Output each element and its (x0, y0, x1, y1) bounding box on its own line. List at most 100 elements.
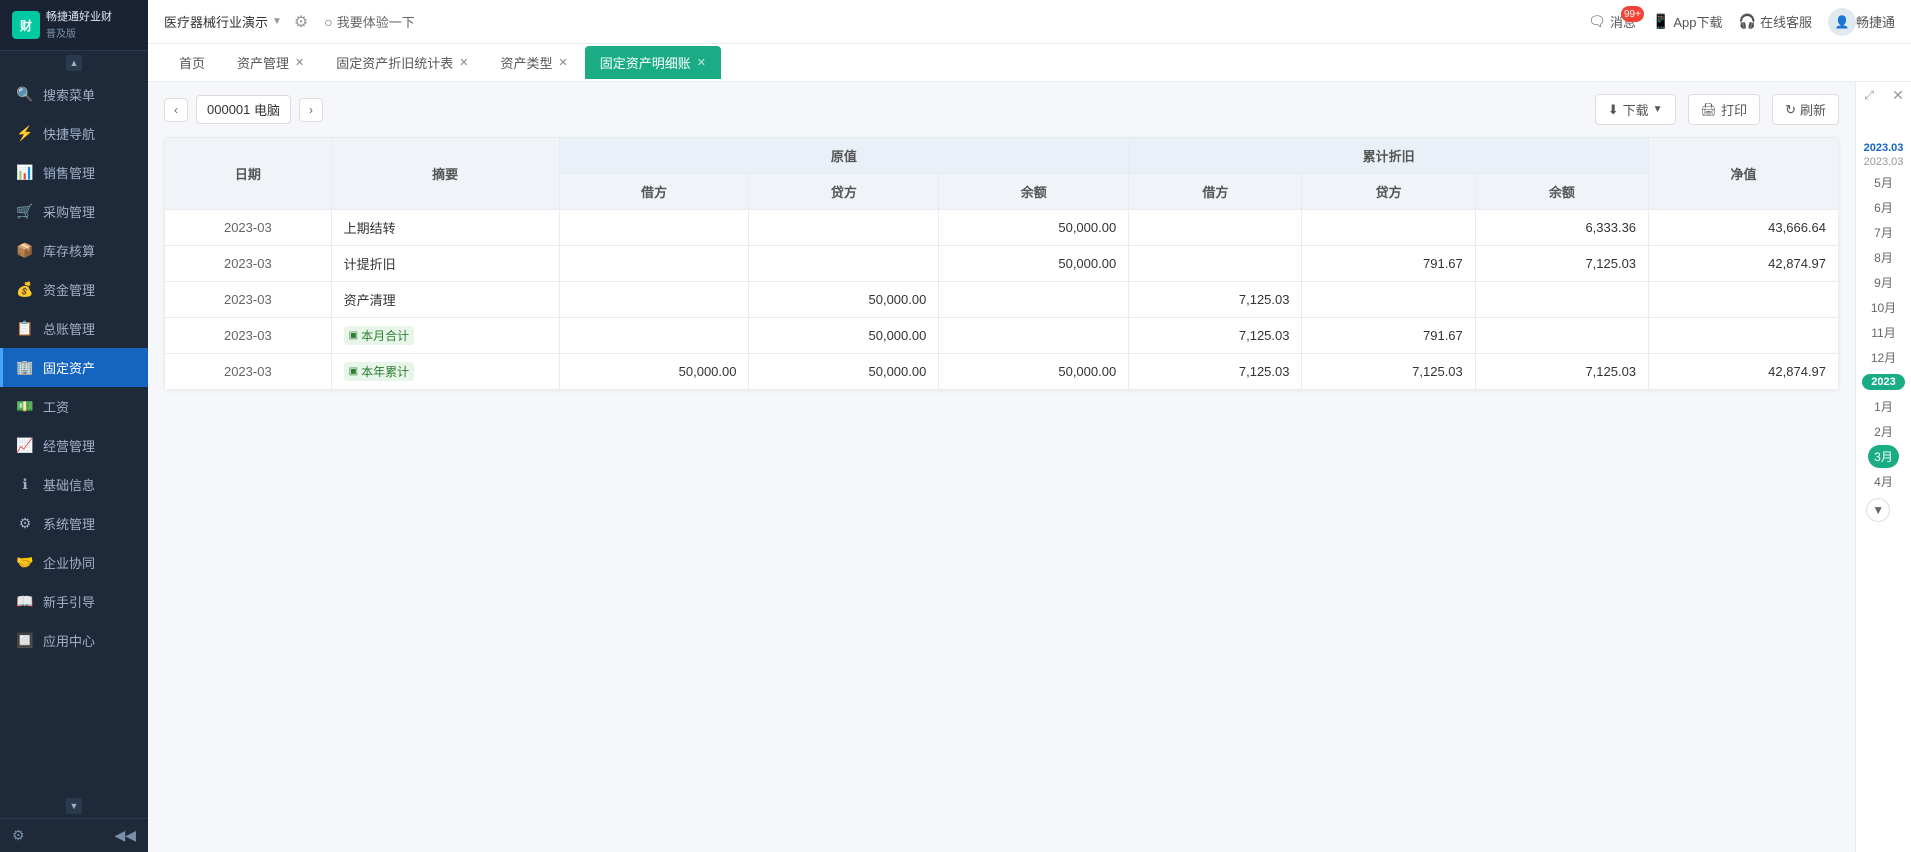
sidebar-item-label: 搜索菜单 (43, 85, 95, 104)
th-date: 日期 (165, 138, 332, 210)
sidebar-item-label: 新手引导 (43, 592, 95, 611)
refresh-btn[interactable]: ↻ 刷新 (1772, 94, 1839, 125)
sales-icon: 📊 (15, 164, 35, 181)
basic-info-icon: ℹ (15, 476, 35, 493)
timeline-panel: ⤢ ✕ 2023.03 2023.03 5月6月7月8月9月10月11月12月 … (1855, 82, 1911, 852)
download-btn[interactable]: 📱 App下载 (1652, 12, 1723, 31)
tab-depreciation-stats[interactable]: 固定资产折旧统计表 ✕ (321, 46, 483, 79)
company-dropdown-icon: ▼ (272, 16, 282, 27)
sidebar-item-inventory[interactable]: 📦 库存核算 (0, 231, 148, 270)
user-btn[interactable]: 👤 畅捷通 (1828, 8, 1895, 36)
download-toolbar-btn[interactable]: ⬇ 下载 ▼ (1595, 94, 1676, 125)
sidebar-item-label: 企业协同 (43, 553, 95, 572)
tab-asset-ledger-close[interactable]: ✕ (697, 56, 706, 69)
print-btn[interactable]: 🖨 打印 (1688, 94, 1761, 125)
timeline-item[interactable]: 4月 (1862, 469, 1905, 494)
experience-btn[interactable]: ○ 我要体验一下 (324, 12, 414, 31)
timeline-top-date: 2023.03 (1862, 142, 1905, 154)
service-btn[interactable]: 🎧 在线客服 (1739, 12, 1812, 31)
timeline-item[interactable]: 12月 (1862, 345, 1905, 370)
th-net: 净值 (1649, 138, 1839, 210)
main-content: ‹ 000001 电脑 › ⬇ 下载 ▼ 🖨 打印 (148, 82, 1855, 852)
table-row: 2023-03本月合计50,000.007,125.03791.67 (165, 318, 1839, 354)
timeline-item[interactable]: 10月 (1862, 295, 1905, 320)
sidebar-item-label: 快捷导航 (43, 124, 95, 143)
th-original: 原值 (559, 138, 1129, 174)
tab-depreciation-close[interactable]: ✕ (459, 56, 468, 69)
asset-code-box[interactable]: 000001 电脑 (196, 95, 291, 124)
sidebar-item-label: 资金管理 (43, 280, 95, 299)
sidebar-scroll-up[interactable]: ▲ (0, 51, 148, 75)
tab-asset-mgmt-close[interactable]: ✕ (295, 56, 304, 69)
search-nav-icon: 🔍 (15, 86, 35, 103)
th-desc: 摘要 (331, 138, 559, 210)
service-label: 在线客服 (1760, 12, 1812, 31)
scroll-up-btn[interactable]: ▲ (66, 55, 82, 71)
timeline-item[interactable]: 3月 (1868, 445, 1899, 468)
sidebar-item-fixed-assets[interactable]: 🏢 固定资产 (0, 348, 148, 387)
timeline-item[interactable]: 11月 (1862, 320, 1905, 345)
sidebar-item-label: 固定资产 (43, 358, 95, 377)
guide-icon: 📖 (15, 593, 35, 610)
notifications-btn[interactable]: 🗨 消息 99+ (1588, 12, 1636, 31)
timeline-item[interactable]: 8月 (1862, 245, 1905, 270)
download-label: App下载 (1673, 12, 1722, 31)
sidebar-item-payroll[interactable]: 💵 工资 (0, 387, 148, 426)
row-tag: 本月合计 (344, 326, 414, 345)
sidebar-item-collab[interactable]: 🤝 企业协同 (0, 543, 148, 582)
sidebar-footer: ⚙ ◀◀ (0, 818, 148, 852)
tab-asset-type[interactable]: 资产类型 ✕ (485, 46, 582, 79)
sidebar-item-finance[interactable]: 💰 资金管理 (0, 270, 148, 309)
sidebar-item-guide[interactable]: 📖 新手引导 (0, 582, 148, 621)
experience-label: 我要体验一下 (337, 12, 415, 31)
tab-asset-type-close[interactable]: ✕ (559, 56, 568, 69)
sidebar-item-system[interactable]: ⚙ 系统管理 (0, 504, 148, 543)
asset-name: 电脑 (254, 100, 280, 119)
sidebar-item-purchase[interactable]: 🛒 采购管理 (0, 192, 148, 231)
sidebar-item-basic-info[interactable]: ℹ 基础信息 (0, 465, 148, 504)
collapse-icon[interactable]: ◀◀ (114, 827, 136, 844)
sidebar-item-search[interactable]: 🔍 搜索菜单 (0, 75, 148, 114)
sidebar-item-sales[interactable]: 📊 销售管理 (0, 153, 148, 192)
timeline-close-btn[interactable]: ✕ (1889, 86, 1907, 104)
sidebar-item-app-center[interactable]: 🔲 应用中心 (0, 621, 148, 660)
timeline-item[interactable]: 2月 (1862, 419, 1905, 444)
asset-prev-btn[interactable]: ‹ (164, 98, 188, 122)
tab-asset-mgmt[interactable]: 资产管理 ✕ (222, 46, 319, 79)
download-icon: 📱 (1652, 13, 1669, 30)
fixed-assets-icon: 🏢 (15, 359, 35, 376)
tab-asset-ledger[interactable]: 固定资产明细账 ✕ (585, 46, 721, 79)
timeline-nav-down[interactable]: ▼ (1866, 498, 1890, 522)
sidebar-logo: 财 畅捷通好业财 普及版 (0, 0, 148, 51)
timeline-item[interactable]: 9月 (1862, 270, 1905, 295)
sidebar-item-label: 基础信息 (43, 475, 95, 494)
sidebar-item-operations[interactable]: 📈 经营管理 (0, 426, 148, 465)
scroll-down-btn[interactable]: ▼ (66, 798, 82, 814)
sidebar-item-label: 采购管理 (43, 202, 95, 221)
sidebar-item-label: 库存核算 (43, 241, 95, 260)
timeline-item[interactable]: 1月 (1862, 394, 1905, 419)
refresh-label: 刷新 (1800, 100, 1826, 119)
purchase-icon: 🛒 (15, 203, 35, 220)
content-area: ‹ 000001 电脑 › ⬇ 下载 ▼ 🖨 打印 (148, 82, 1911, 852)
company-selector[interactable]: 医疗器械行业演示 ▼ (164, 12, 282, 31)
timeline-item[interactable]: 6月 (1862, 195, 1905, 220)
sidebar-item-label: 销售管理 (43, 163, 95, 182)
topbar-settings-icon[interactable]: ⚙ (294, 12, 308, 32)
th-orig-debit: 借方 (559, 174, 749, 210)
sidebar-item-quick-nav[interactable]: ⚡ 快捷导航 (0, 114, 148, 153)
tab-home[interactable]: 首页 (164, 46, 220, 79)
logo-icon: 财 (12, 11, 40, 39)
sidebar: 财 畅捷通好业财 普及版 ▲ 🔍 搜索菜单 ⚡ 快捷导航 📊 销售管理 🛒 采购… (0, 0, 148, 852)
topbar-left: 医疗器械行业演示 ▼ ⚙ ○ 我要体验一下 (164, 12, 1588, 32)
settings-footer-icon[interactable]: ⚙ (12, 827, 25, 844)
sidebar-item-ledger[interactable]: 📋 总账管理 (0, 309, 148, 348)
sidebar-scroll-down[interactable]: ▼ (0, 794, 148, 818)
quick-nav-icon: ⚡ (15, 125, 35, 142)
row-tag: 本年累计 (344, 362, 414, 381)
timeline-item[interactable]: 7月 (1862, 220, 1905, 245)
timeline-item[interactable]: 5月 (1862, 170, 1905, 195)
asset-next-btn[interactable]: › (299, 98, 323, 122)
timeline-expand-btn[interactable]: ⤢ (1860, 86, 1878, 104)
table-row: 2023-03计提折旧50,000.00791.677,125.0342,874… (165, 246, 1839, 282)
